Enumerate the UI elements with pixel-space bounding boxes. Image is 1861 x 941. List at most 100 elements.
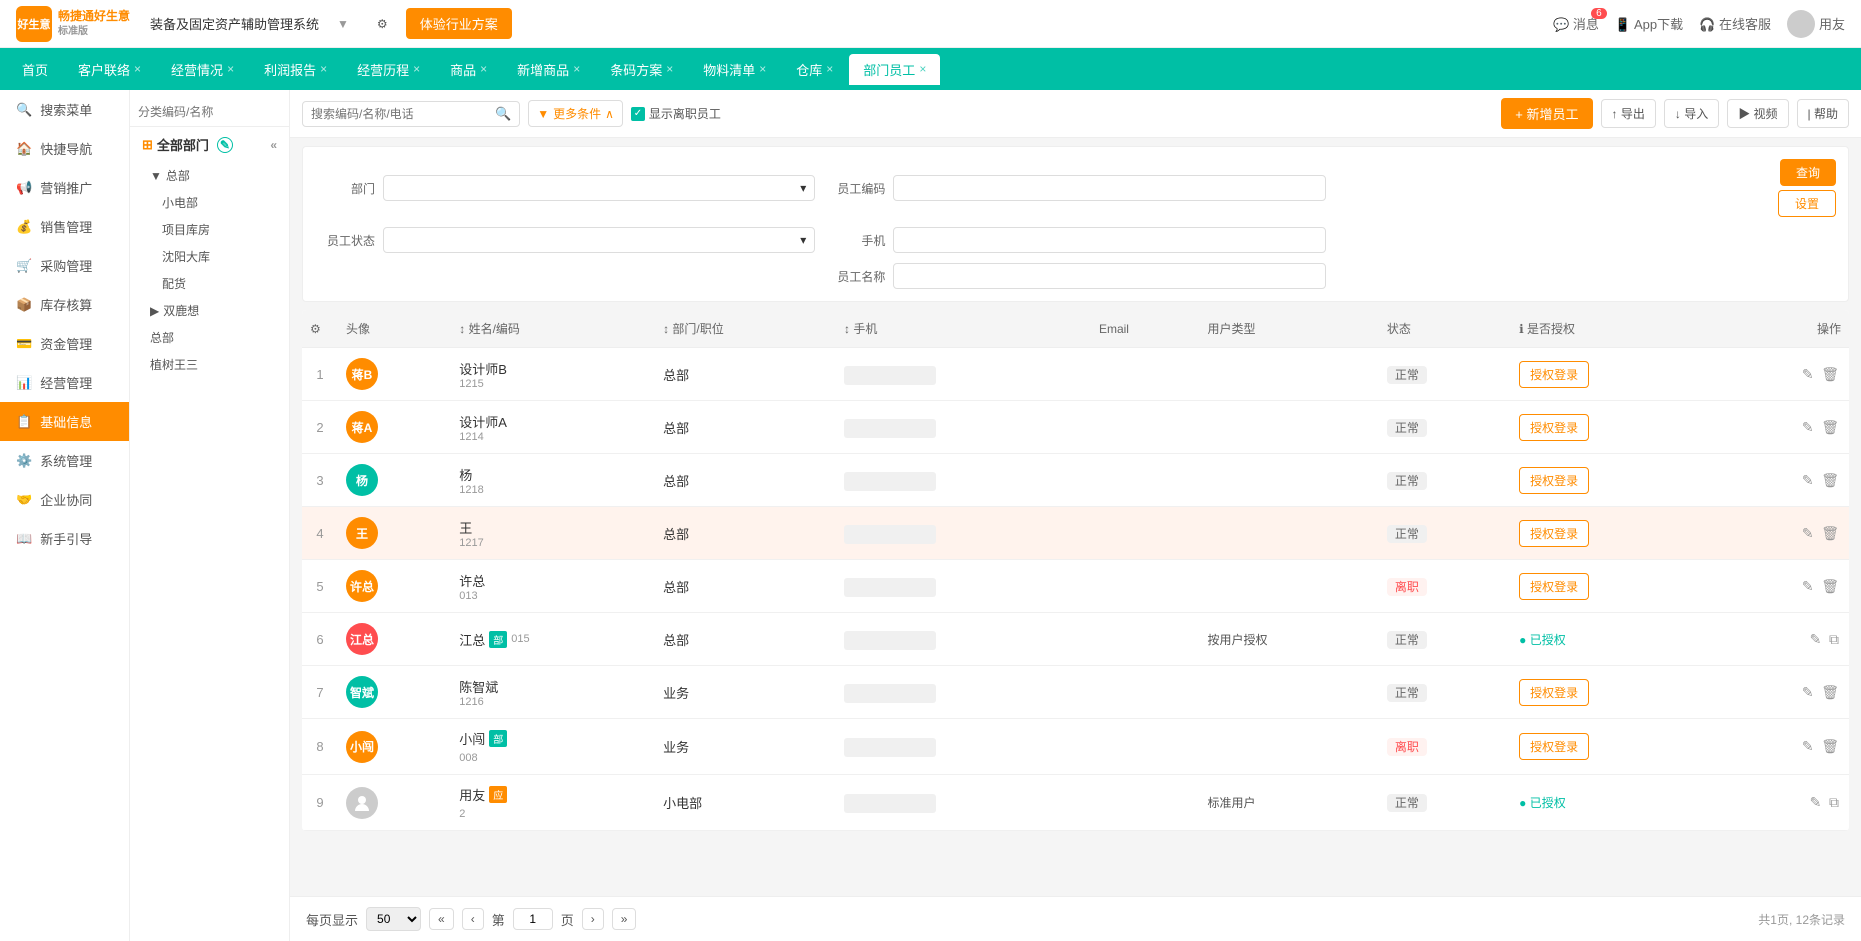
filter-dept-select[interactable]: ▾ bbox=[383, 175, 815, 201]
online-service[interactable]: 🎧 在线客服 bbox=[1699, 14, 1771, 33]
delete-btn[interactable]: 🗑 bbox=[1819, 523, 1841, 544]
sidebar-item-finance[interactable]: 💳 资金管理 bbox=[0, 324, 129, 363]
query-btn[interactable]: 查询 bbox=[1780, 159, 1836, 186]
edit-btn[interactable]: ✎ bbox=[1808, 792, 1824, 813]
delete-btn[interactable]: 🗑 bbox=[1819, 364, 1841, 385]
delete-btn[interactable]: 🗑 bbox=[1819, 576, 1841, 597]
filter-phone-input[interactable] bbox=[893, 227, 1325, 253]
close-icon[interactable]: × bbox=[480, 62, 487, 76]
auth-login-btn[interactable]: 授权登录 bbox=[1519, 733, 1589, 760]
view-btn[interactable]: ▶ 视频 bbox=[1727, 99, 1788, 128]
sidebar-item-purchase[interactable]: 🛒 采购管理 bbox=[0, 246, 129, 285]
dept-all-btn[interactable]: ⊞ 全部部门 ✎ « bbox=[130, 127, 289, 162]
edit-btn[interactable]: ✎ bbox=[1808, 629, 1824, 650]
edit-btn[interactable]: ✎ bbox=[1800, 470, 1816, 491]
sidebar-item-basic[interactable]: 📋 基础信息 bbox=[0, 402, 129, 441]
auth-login-btn[interactable]: 授权登录 bbox=[1519, 361, 1589, 388]
nav-tab-history[interactable]: 经营历程 × bbox=[343, 54, 434, 85]
more-filter-btn[interactable]: ▼ 更多条件 ∧ bbox=[528, 100, 623, 127]
show-resigned-toggle[interactable]: ✓ 显示离职员工 bbox=[631, 105, 721, 122]
row-dept: 小电部 bbox=[655, 775, 836, 831]
sidebar-item-quicknav[interactable]: 🏠 快捷导航 bbox=[0, 129, 129, 168]
page-num-input[interactable] bbox=[513, 908, 553, 930]
nav-tab-goods[interactable]: 商品 × bbox=[436, 54, 501, 85]
edit-btn[interactable]: ✎ bbox=[1800, 682, 1816, 703]
nav-tab-bom[interactable]: 物料清单 × bbox=[689, 54, 780, 85]
edit-btn[interactable]: ✎ bbox=[1800, 576, 1816, 597]
edit-btn[interactable]: ✎ bbox=[1800, 364, 1816, 385]
close-icon[interactable]: × bbox=[919, 62, 926, 76]
sidebar-item-inventory[interactable]: 📦 库存核算 bbox=[0, 285, 129, 324]
edit-btn[interactable]: ✎ bbox=[1800, 417, 1816, 438]
sys-dropdown-btn[interactable]: ▼ bbox=[327, 12, 359, 36]
close-icon[interactable]: × bbox=[413, 62, 420, 76]
page-size-select[interactable]: 50 100 bbox=[366, 907, 421, 931]
nav-tab-customer[interactable]: 客户联络 × bbox=[64, 54, 155, 85]
sidebar-item-guide[interactable]: 📖 新手引导 bbox=[0, 519, 129, 558]
delete-btn[interactable]: 🗑 bbox=[1819, 417, 1841, 438]
nav-tab-warehouse[interactable]: 仓库 × bbox=[782, 54, 847, 85]
dept-tree-item-shenyang[interactable]: 沈阳大库 bbox=[130, 243, 289, 270]
sidebar-item-sales[interactable]: 💰 销售管理 bbox=[0, 207, 129, 246]
user-info[interactable]: 用友 bbox=[1787, 10, 1845, 38]
nav-tab-profit[interactable]: 利润报告 × bbox=[250, 54, 341, 85]
close-icon[interactable]: × bbox=[573, 62, 580, 76]
nav-tab-dept[interactable]: 部门员工 × bbox=[849, 54, 940, 85]
sidebar-item-system[interactable]: ⚙️ 系统管理 bbox=[0, 441, 129, 480]
filter-name-input[interactable] bbox=[893, 263, 1325, 289]
filter-code-input[interactable] bbox=[893, 175, 1325, 201]
dept-tree-item-peihuo[interactable]: 配货 bbox=[130, 270, 289, 297]
delete-btn[interactable]: 🗑 bbox=[1819, 470, 1841, 491]
dept-tree-item-zhishu[interactable]: 植树王三 bbox=[130, 351, 289, 378]
edit-icon[interactable]: ✎ bbox=[217, 137, 233, 153]
auth-login-btn[interactable]: 授权登录 bbox=[1519, 573, 1589, 600]
settings-btn[interactable]: ⚙ bbox=[367, 12, 398, 36]
message-badge-wrap[interactable]: 💬 消息 6 bbox=[1553, 14, 1599, 33]
auth-login-btn[interactable]: 授权登录 bbox=[1519, 414, 1589, 441]
sidebar-item-search[interactable]: 🔍 搜索菜单 bbox=[0, 90, 129, 129]
import-btn[interactable]: ↓ 导入 bbox=[1664, 99, 1719, 128]
auth-login-btn[interactable]: 授权登录 bbox=[1519, 679, 1589, 706]
copy-btn[interactable]: ⧉ bbox=[1827, 629, 1841, 650]
close-icon[interactable]: × bbox=[759, 62, 766, 76]
dept-tree-item-project[interactable]: 项目库房 bbox=[130, 216, 289, 243]
dept-tree-item-xiaodian[interactable]: 小电部 bbox=[130, 189, 289, 216]
close-icon[interactable]: × bbox=[666, 62, 673, 76]
dept-tree-item-zongbu[interactable]: ▼ 总部 bbox=[130, 162, 289, 189]
trial-btn[interactable]: 体验行业方案 bbox=[406, 8, 512, 39]
close-icon[interactable]: × bbox=[320, 62, 327, 76]
edit-btn[interactable]: ✎ bbox=[1800, 736, 1816, 757]
collapse-btn[interactable]: « bbox=[270, 138, 277, 152]
prev-page-btn[interactable]: ‹ bbox=[462, 908, 484, 930]
nav-tab-addgoods[interactable]: 新增商品 × bbox=[503, 54, 594, 85]
search-input[interactable] bbox=[311, 107, 491, 121]
sidebar-item-collab[interactable]: 🤝 企业协同 bbox=[0, 480, 129, 519]
row-phone bbox=[836, 613, 1091, 666]
dept-tree-item-zongbu2[interactable]: 总部 bbox=[130, 324, 289, 351]
delete-btn[interactable]: 🗑 bbox=[1819, 736, 1841, 757]
delete-btn[interactable]: 🗑 bbox=[1819, 682, 1841, 703]
dept-search-input[interactable] bbox=[138, 105, 290, 119]
close-icon[interactable]: × bbox=[134, 62, 141, 76]
next-page-btn[interactable]: › bbox=[582, 908, 604, 930]
export-btn[interactable]: ↑ 导出 bbox=[1601, 99, 1656, 128]
app-download[interactable]: 📱 App下载 bbox=[1615, 14, 1683, 33]
help-btn[interactable]: | 帮助 bbox=[1797, 99, 1849, 128]
last-page-btn[interactable]: » bbox=[612, 908, 637, 930]
add-employee-btn[interactable]: + 新增员工 bbox=[1501, 98, 1592, 129]
dept-tree-item-shuanglu[interactable]: ▶ 双鹿想 bbox=[130, 297, 289, 324]
filter-status-select[interactable]: ▾ bbox=[383, 227, 815, 253]
nav-tab-barcode[interactable]: 条码方案 × bbox=[596, 54, 687, 85]
close-icon[interactable]: × bbox=[826, 62, 833, 76]
first-page-btn[interactable]: « bbox=[429, 908, 454, 930]
close-icon[interactable]: × bbox=[227, 62, 234, 76]
sidebar-item-marketing[interactable]: 📢 营销推广 bbox=[0, 168, 129, 207]
auth-login-btn[interactable]: 授权登录 bbox=[1519, 520, 1589, 547]
copy-btn[interactable]: ⧉ bbox=[1827, 792, 1841, 813]
nav-tab-ops[interactable]: 经营情况 × bbox=[157, 54, 248, 85]
auth-login-btn[interactable]: 授权登录 bbox=[1519, 467, 1589, 494]
nav-tab-home[interactable]: 首页 bbox=[8, 54, 62, 85]
set-btn[interactable]: 设置 bbox=[1778, 190, 1836, 217]
edit-btn[interactable]: ✎ bbox=[1800, 523, 1816, 544]
sidebar-item-operations[interactable]: 📊 经营管理 bbox=[0, 363, 129, 402]
